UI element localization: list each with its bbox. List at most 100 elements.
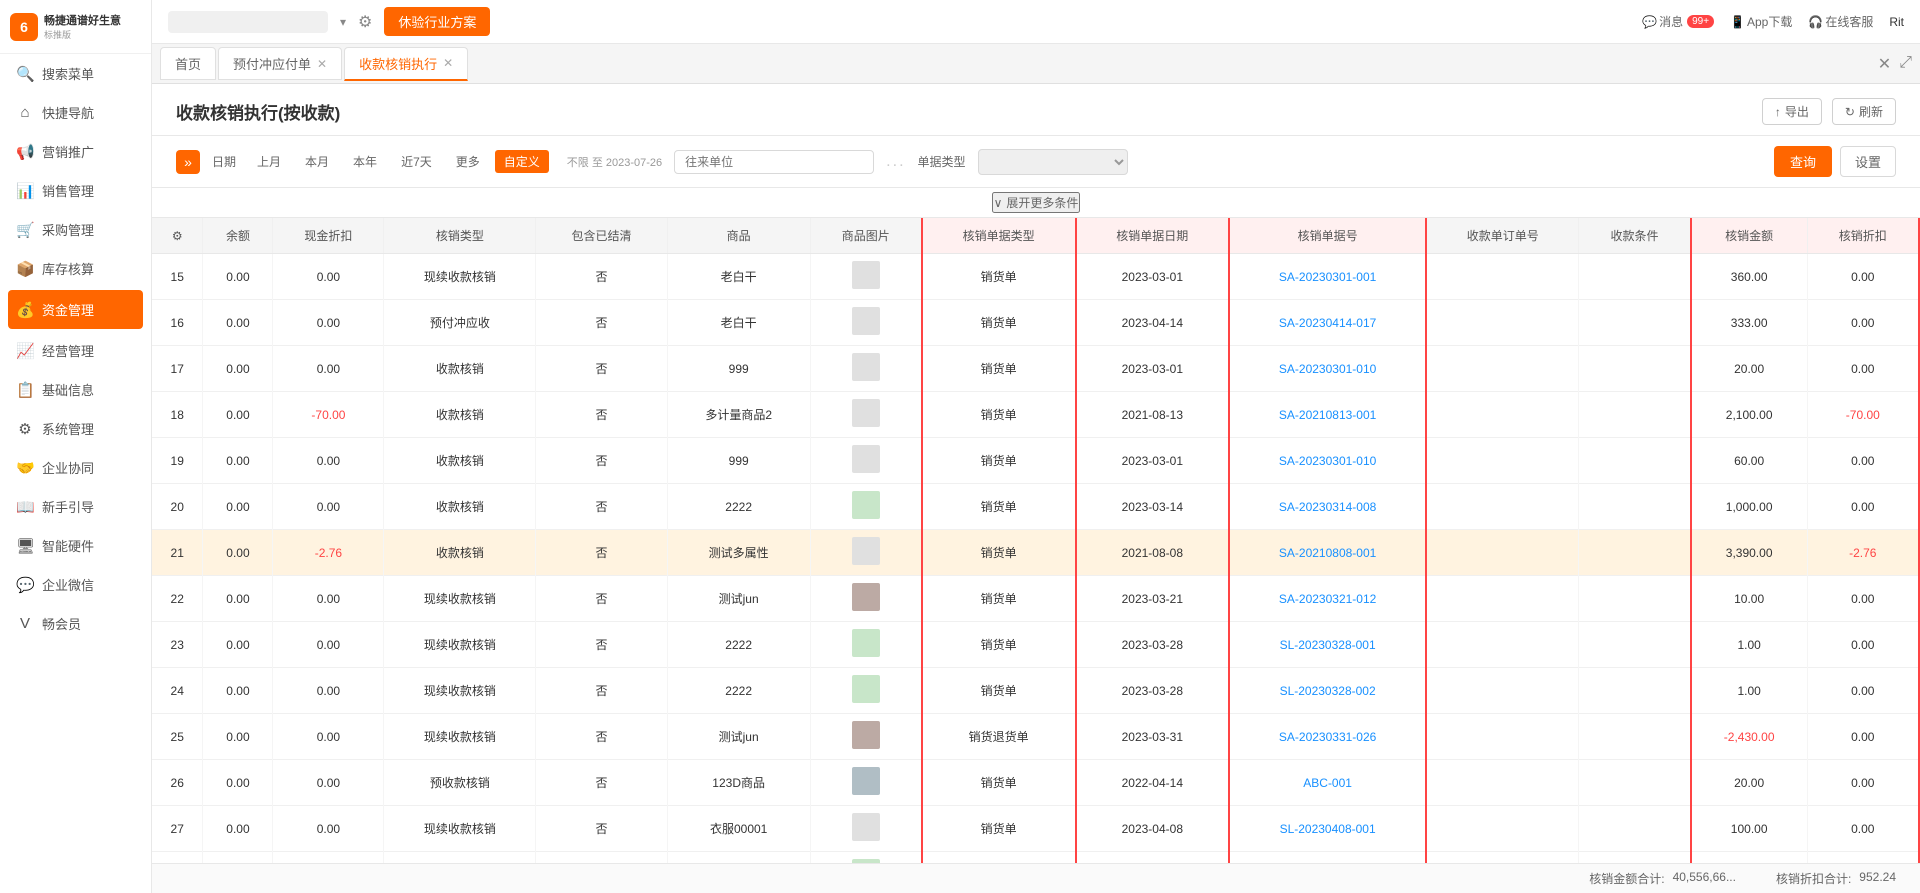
table-row[interactable]: 23 0.00 0.00 现续收款核销 否 2222 销货单 2023-03-2… bbox=[152, 622, 1919, 668]
expand-more-button[interactable]: ∨ 展开更多条件 bbox=[992, 192, 1081, 213]
table-row[interactable]: 22 0.00 0.00 现续收款核销 否 测试jun 销货单 2023-03-… bbox=[152, 576, 1919, 622]
receipt-no-link[interactable]: SA-20230321-012 bbox=[1279, 592, 1376, 606]
receipt-no-link[interactable]: SA-20210808-001 bbox=[1279, 546, 1376, 560]
cell-receipt-no[interactable]: SL-20230418-001 bbox=[1229, 852, 1426, 864]
cell-cash-discount: 0.00 bbox=[273, 300, 384, 346]
receipt-no-link[interactable]: SA-20230301-010 bbox=[1279, 454, 1376, 468]
last-7-days-btn[interactable]: 近7天 bbox=[392, 150, 441, 173]
table-row[interactable]: 20 0.00 0.00 收款核销 否 2222 销货单 2023-03-14 … bbox=[152, 484, 1919, 530]
data-table-wrapper[interactable]: ⚙ 余额 现金折扣 核销类型 包含已结清 商品 商品图片 核销单据类型 核销单据… bbox=[152, 218, 1920, 863]
receipt-no-link[interactable]: SL-20230328-001 bbox=[1280, 638, 1376, 652]
cell-receipt-no[interactable]: SA-20210813-001 bbox=[1229, 392, 1426, 438]
cell-receipt-no[interactable]: SL-20230328-001 bbox=[1229, 622, 1426, 668]
tab-close-prepay[interactable]: ✕ bbox=[317, 57, 327, 71]
table-row[interactable]: 25 0.00 0.00 现续收款核销 否 测试jun 销货退货单 2023-0… bbox=[152, 714, 1919, 760]
sidebar-item-guide[interactable]: 📖新手引导 bbox=[0, 487, 151, 526]
sidebar-item-business[interactable]: 📈经营管理 bbox=[0, 331, 151, 370]
refresh-button[interactable]: ↻ 刷新 bbox=[1832, 98, 1896, 125]
last-month-btn[interactable]: 上月 bbox=[248, 150, 290, 173]
cell-condition bbox=[1579, 392, 1691, 438]
cell-receipt-no[interactable]: SA-20230414-017 bbox=[1229, 300, 1426, 346]
table-row[interactable]: 17 0.00 0.00 收款核销 否 999 销货单 2023-03-01 S… bbox=[152, 346, 1919, 392]
tab-prepay[interactable]: 预付冲应付单✕ bbox=[218, 47, 342, 80]
close-tab-icon[interactable]: ✕ bbox=[1878, 54, 1891, 74]
this-month-btn[interactable]: 本月 bbox=[296, 150, 338, 173]
cell-receipt-no[interactable]: SA-20230331-026 bbox=[1229, 714, 1426, 760]
tab-receipt[interactable]: 收款核销执行✕ bbox=[344, 47, 468, 81]
user-label[interactable]: Rit bbox=[1889, 15, 1904, 29]
receipt-no-link[interactable]: SA-20210813-001 bbox=[1279, 408, 1376, 422]
table-row[interactable]: 26 0.00 0.00 预收款核销 否 123D商品 销货单 2022-04-… bbox=[152, 760, 1919, 806]
custom-date-btn[interactable]: 自定义 bbox=[495, 150, 549, 173]
cell-receipt-no[interactable]: SA-20230314-008 bbox=[1229, 484, 1426, 530]
sidebar-item-collab[interactable]: 🤝企业协同 bbox=[0, 448, 151, 487]
message-link[interactable]: 💬 消息 99+ bbox=[1642, 13, 1714, 30]
sidebar-item-basic[interactable]: 📋基础信息 bbox=[0, 370, 151, 409]
tab-close-receipt[interactable]: ✕ bbox=[443, 56, 453, 70]
unit-filter-input[interactable] bbox=[674, 150, 874, 174]
cell-type: 预收款核销 bbox=[384, 760, 536, 806]
receipt-no-link[interactable]: SL-20230408-001 bbox=[1280, 822, 1376, 836]
tab-home[interactable]: 首页 bbox=[160, 47, 216, 80]
unit-more-icon[interactable]: ... bbox=[886, 153, 905, 171]
table-row[interactable]: 21 0.00 -2.76 收款核销 否 测试多属性 销货单 2021-08-0… bbox=[152, 530, 1919, 576]
receipt-no-link[interactable]: SA-20230414-017 bbox=[1279, 316, 1376, 330]
cell-receipt-no[interactable]: SA-20210808-001 bbox=[1229, 530, 1426, 576]
dropdown-chevron-icon[interactable]: ▾ bbox=[340, 15, 346, 29]
table-row[interactable]: 18 0.00 -70.00 收款核销 否 多计量商品2 销货单 2021-08… bbox=[152, 392, 1919, 438]
settings-gear-icon[interactable]: ⚙ bbox=[358, 12, 372, 32]
online-service-link[interactable]: 🎧 在线客服 bbox=[1808, 13, 1873, 30]
cell-receipt-no[interactable]: SA-20230301-001 bbox=[1229, 254, 1426, 300]
table-row[interactable]: 28 0.00 0.00 现续收款核销 否 2222 销货单 2023-04-1… bbox=[152, 852, 1919, 864]
column-settings-button[interactable]: 设置 bbox=[1840, 146, 1896, 177]
table-row[interactable]: 16 0.00 0.00 预付冲应收 否 老白干 销货单 2023-04-14 … bbox=[152, 300, 1919, 346]
sidebar-item-hardware[interactable]: 🖥智能硬件 bbox=[0, 526, 151, 565]
more-date-btn[interactable]: 更多 bbox=[447, 150, 489, 173]
cell-receipt-no[interactable]: SA-20230301-010 bbox=[1229, 346, 1426, 392]
sidebar-item-shortcut[interactable]: ⌂快捷导航 bbox=[0, 93, 151, 132]
receipt-no-link[interactable]: SA-20230301-001 bbox=[1279, 270, 1376, 284]
cell-receipt-no[interactable]: SL-20230408-001 bbox=[1229, 806, 1426, 852]
product-img bbox=[852, 261, 880, 289]
receipt-no-link[interactable]: ABC-001 bbox=[1303, 776, 1352, 790]
query-button[interactable]: 查询 bbox=[1774, 146, 1832, 177]
app-download-link[interactable]: 📱 App下载 bbox=[1730, 13, 1792, 30]
sidebar-item-system[interactable]: ⚙系统管理 bbox=[0, 409, 151, 448]
receipt-no-link[interactable]: SA-20230301-010 bbox=[1279, 362, 1376, 376]
export-button[interactable]: ↑ 导出 bbox=[1762, 98, 1822, 125]
table-row[interactable]: 15 0.00 0.00 现续收款核销 否 老白干 销货单 2023-03-01… bbox=[152, 254, 1919, 300]
this-year-btn[interactable]: 本年 bbox=[344, 150, 386, 173]
receipt-no-link[interactable]: SL-20230328-002 bbox=[1280, 684, 1376, 698]
cell-cash-discount: 0.00 bbox=[273, 668, 384, 714]
sidebar-item-finance[interactable]: 💰资金管理 bbox=[8, 290, 143, 329]
sidebar-item-purchase[interactable]: 🛒采购管理 bbox=[0, 210, 151, 249]
cell-discount: 0.00 bbox=[1807, 484, 1919, 530]
cell-included: 否 bbox=[536, 576, 667, 622]
table-row[interactable]: 27 0.00 0.00 现续收款核销 否 衣服00001 销货单 2023-0… bbox=[152, 806, 1919, 852]
cell-receipt-date: 2023-03-01 bbox=[1076, 254, 1230, 300]
solution-button[interactable]: 休验行业方案 bbox=[384, 7, 490, 36]
sidebar-item-marketing[interactable]: 📢营销推广 bbox=[0, 132, 151, 171]
sidebar-item-search[interactable]: 🔍搜索菜单 bbox=[0, 54, 151, 93]
single-type-select[interactable] bbox=[978, 149, 1128, 175]
receipt-no-link[interactable]: SA-20230314-008 bbox=[1279, 500, 1376, 514]
cell-receipt-no[interactable]: SA-20230321-012 bbox=[1229, 576, 1426, 622]
sidebar-item-vip[interactable]: V畅会员 bbox=[0, 604, 151, 643]
topbar-search-input[interactable] bbox=[168, 11, 328, 33]
sidebar-item-wechat[interactable]: 💬企业微信 bbox=[0, 565, 151, 604]
cell-receipt-no[interactable]: SL-20230328-002 bbox=[1229, 668, 1426, 714]
data-table: ⚙ 余额 现金折扣 核销类型 包含已结清 商品 商品图片 核销单据类型 核销单据… bbox=[152, 218, 1920, 863]
cell-receipt-no[interactable]: ABC-001 bbox=[1229, 760, 1426, 806]
filter-expand-button[interactable]: » bbox=[176, 150, 200, 174]
col-order-no-header: 收款单订单号 bbox=[1426, 218, 1579, 254]
table-row[interactable]: 24 0.00 0.00 现续收款核销 否 2222 销货单 2023-03-2… bbox=[152, 668, 1919, 714]
table-row[interactable]: 19 0.00 0.00 收款核销 否 999 销货单 2023-03-01 S… bbox=[152, 438, 1919, 484]
cell-receipt-no[interactable]: SA-20230301-010 bbox=[1229, 438, 1426, 484]
product-img bbox=[852, 629, 880, 657]
sidebar-item-inventory[interactable]: 📦库存核算 bbox=[0, 249, 151, 288]
maximize-icon[interactable]: ⤢ bbox=[1899, 54, 1912, 74]
col-settings-header[interactable]: ⚙ bbox=[152, 218, 203, 254]
receipt-no-link[interactable]: SA-20230331-026 bbox=[1279, 730, 1376, 744]
cell-product-img bbox=[810, 852, 922, 864]
sidebar-item-sales[interactable]: 📊销售管理 bbox=[0, 171, 151, 210]
